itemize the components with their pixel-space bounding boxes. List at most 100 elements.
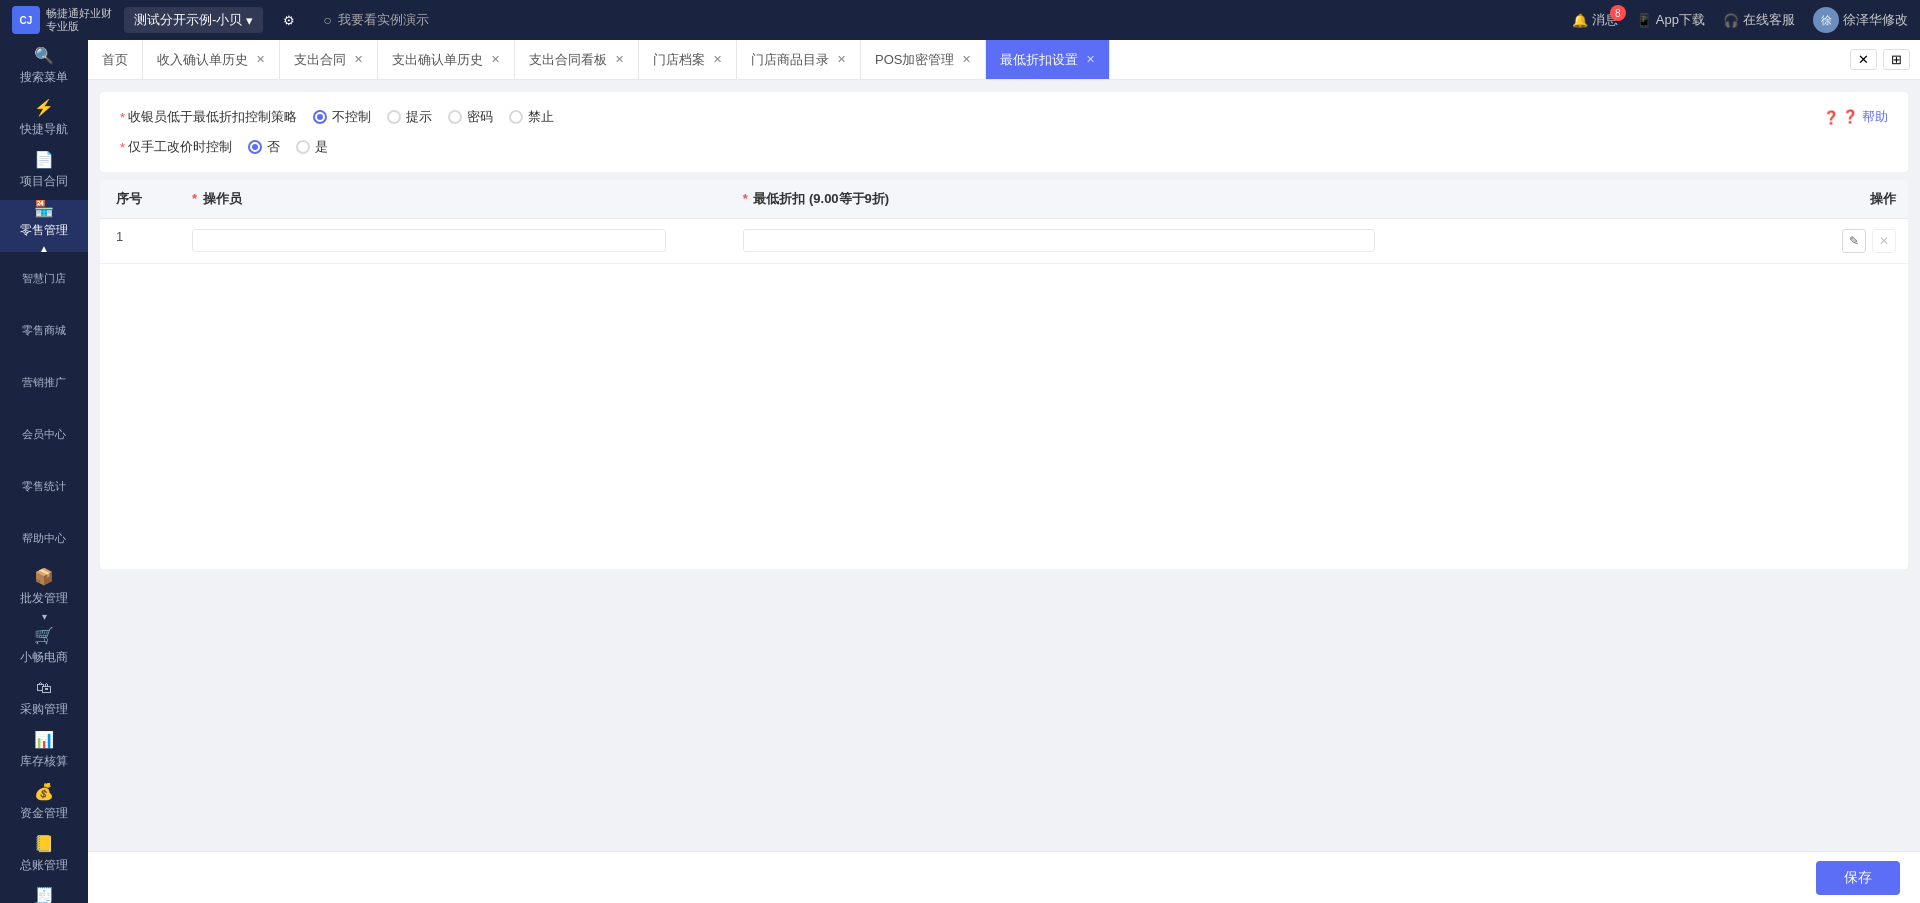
radio-manual-yes-circle <box>296 140 310 154</box>
tab-min-discount-close[interactable]: ✕ <box>1086 53 1095 66</box>
close-all-tabs-btn[interactable]: ✕ <box>1850 49 1877 70</box>
sidebar-item-retail-stat[interactable]: 零售统计 <box>0 460 88 512</box>
app-name: 畅捷通好业财 专业版 <box>46 7 112 33</box>
radio-password[interactable]: 密码 <box>448 108 493 126</box>
notification-badge: 8 <box>1610 5 1626 21</box>
radio-manual-yes[interactable]: 是 <box>296 138 328 156</box>
sidebar-item-invoice[interactable]: 🧾 发票管理 <box>0 880 88 903</box>
radio-manual-no[interactable]: 否 <box>248 138 280 156</box>
radio-remind-circle <box>387 110 401 124</box>
discount-input[interactable] <box>743 229 1375 252</box>
search-icon: 🔍 <box>34 46 54 65</box>
radio-no-control[interactable]: 不控制 <box>313 108 371 126</box>
download-icon: 📱 <box>1636 13 1652 28</box>
headset-icon: 🎧 <box>1723 13 1739 28</box>
sidebar-item-ledger[interactable]: 📒 总账管理 <box>0 828 88 880</box>
sidebar-item-wholesale[interactable]: 📦 批发管理 ▾ <box>0 568 88 620</box>
tab-pos-password-close[interactable]: ✕ <box>962 53 971 66</box>
demo-link[interactable]: ○ 我要看实例演示 <box>323 11 428 29</box>
tab-store-archive-close[interactable]: ✕ <box>713 53 722 66</box>
tab-pay-contract-close[interactable]: ✕ <box>354 53 363 66</box>
tab-bar-end: ✕ ⊞ <box>1840 49 1920 70</box>
tab-store-archive[interactable]: 门店档案 ✕ <box>639 40 737 80</box>
table-row: 1 ✎ ✕ <box>100 219 1908 264</box>
tab-store-products[interactable]: 门店商品目录 ✕ <box>737 40 861 80</box>
form-card: * 收银员低于最低折扣控制策略 不控制 提示 <box>100 92 1908 172</box>
sidebar-item-search[interactable]: 🔍 搜索菜单 <box>0 40 88 92</box>
sidebar-item-capital[interactable]: 💰 资金管理 <box>0 776 88 828</box>
required-asterisk: * <box>120 110 125 125</box>
row-action-cell: ✎ ✕ <box>1808 219 1908 263</box>
sidebar: 🔍 搜索菜单 ⚡ 快捷导航 📄 项目合同 🏪 零售管理 ▲ 智慧门店 零售商城 … <box>0 40 88 903</box>
row-edit-btn[interactable]: ✎ <box>1842 229 1866 253</box>
sidebar-item-smart-store[interactable]: 智慧门店 <box>0 252 88 304</box>
document-icon: 📄 <box>34 150 54 169</box>
ledger-icon: 📒 <box>34 834 54 853</box>
content-area: 首页 收入确认单历史 ✕ 支出合同 ✕ 支出确认单历史 ✕ 支出合同看板 ✕ 门… <box>88 40 1920 903</box>
main-layout: 🔍 搜索菜单 ⚡ 快捷导航 📄 项目合同 🏪 零售管理 ▲ 智慧门店 零售商城 … <box>0 40 1920 903</box>
form-row-cashier: * 收银员低于最低折扣控制策略 不控制 提示 <box>120 108 1888 126</box>
tab-min-discount[interactable]: 最低折扣设置 ✕ <box>986 40 1110 80</box>
sidebar-item-marketing[interactable]: 营销推广 <box>0 356 88 408</box>
tab-pay-confirm-close[interactable]: ✕ <box>491 53 500 66</box>
question-icon: ❓ <box>1823 110 1839 125</box>
sidebar-item-inventory[interactable]: 📊 库存核算 <box>0 724 88 776</box>
sidebar-item-help[interactable]: 帮助中心 <box>0 512 88 564</box>
project-name: 测试分开示例-小贝 <box>134 11 242 29</box>
row-operator-cell <box>180 219 731 263</box>
tab-pay-contract[interactable]: 支出合同 ✕ <box>280 40 378 80</box>
sidebar-item-purchase[interactable]: 🛍 采购管理 <box>0 672 88 724</box>
sidebar-item-project[interactable]: 📄 项目合同 <box>0 144 88 196</box>
tab-income-confirm-close[interactable]: ✕ <box>256 53 265 66</box>
sidebar-item-member[interactable]: 会员中心 <box>0 408 88 460</box>
manual-price-radio-group: 否 是 <box>248 138 328 156</box>
form-row-manual: * 仅手工改价时控制 否 是 <box>120 138 1888 156</box>
bell-icon: 🔔 <box>1572 13 1588 28</box>
shopping-icon: 🛍 <box>36 679 52 697</box>
col-header-action: 操作 <box>1808 180 1908 218</box>
money-icon: 💰 <box>34 782 54 801</box>
app-download-btn[interactable]: 📱 App下载 <box>1636 11 1705 29</box>
manual-price-label: * 仅手工改价时控制 <box>120 138 232 156</box>
tab-bar: 首页 收入确认单历史 ✕ 支出合同 ✕ 支出确认单历史 ✕ 支出合同看板 ✕ 门… <box>88 40 1920 80</box>
tab-pay-confirm[interactable]: 支出确认单历史 ✕ <box>378 40 515 80</box>
app-logo: CJ 畅捷通好业财 专业版 <box>12 6 112 34</box>
tab-home[interactable]: 首页 <box>88 40 143 80</box>
table-body: 1 ✎ ✕ <box>100 219 1908 569</box>
radio-remind[interactable]: 提示 <box>387 108 432 126</box>
settings-icon-btn[interactable]: ⚙ <box>275 9 303 32</box>
table-header: 序号 * 操作员 * 最低折扣 (9.00等于9折) 操作 <box>100 180 1908 219</box>
col-header-discount: * 最低折扣 (9.00等于9折) <box>731 180 1808 218</box>
box-icon: 📦 <box>34 567 54 586</box>
tab-income-confirm[interactable]: 收入确认单历史 ✕ <box>143 40 280 80</box>
save-button[interactable]: 保存 <box>1816 861 1900 895</box>
tab-store-products-close[interactable]: ✕ <box>837 53 846 66</box>
data-table: 序号 * 操作员 * 最低折扣 (9.00等于9折) 操作 <box>100 180 1908 569</box>
sidebar-item-retail[interactable]: 🏪 零售管理 ▲ <box>0 200 88 252</box>
customer-service-btn[interactable]: 🎧 在线客服 <box>1723 11 1795 29</box>
user-profile-btn[interactable]: 徐 徐泽华修改 <box>1813 7 1908 33</box>
tab-pos-password[interactable]: POS加密管理 ✕ <box>861 40 986 80</box>
logo-icon: CJ <box>12 6 40 34</box>
notification-btn[interactable]: 🔔 消息 8 <box>1572 11 1618 29</box>
radio-forbid[interactable]: 禁止 <box>509 108 554 126</box>
sidebar-item-ecommerce[interactable]: 🛒 小畅电商 <box>0 620 88 672</box>
avatar: 徐 <box>1813 7 1839 33</box>
tab-pay-board[interactable]: 支出合同看板 ✕ <box>515 40 639 80</box>
topbar: CJ 畅捷通好业财 专业版 测试分开示例-小贝 ▾ ⚙ ○ 我要看实例演示 🔔 … <box>0 0 1920 40</box>
radio-no-control-circle <box>313 110 327 124</box>
page-content: * 收银员低于最低折扣控制策略 不控制 提示 <box>88 80 1920 851</box>
help-link[interactable]: ❓ ❓ 帮助 <box>1823 108 1888 126</box>
sidebar-item-shortcut[interactable]: ⚡ 快捷导航 <box>0 92 88 144</box>
operator-input[interactable] <box>192 229 666 252</box>
tab-pay-board-close[interactable]: ✕ <box>615 53 624 66</box>
lightning-icon: ⚡ <box>34 98 54 117</box>
required-dot-operator: * <box>192 191 197 206</box>
row-delete-btn[interactable]: ✕ <box>1872 229 1896 253</box>
topbar-right: 🔔 消息 8 📱 App下载 🎧 在线客服 徐 徐泽华修改 <box>1572 7 1908 33</box>
project-selector[interactable]: 测试分开示例-小贝 ▾ <box>124 7 263 33</box>
sidebar-item-online-shop[interactable]: 零售商城 <box>0 304 88 356</box>
expand-tabs-btn[interactable]: ⊞ <box>1883 49 1910 70</box>
store-icon: 🏪 <box>34 199 54 218</box>
invoice-icon: 🧾 <box>34 886 54 903</box>
